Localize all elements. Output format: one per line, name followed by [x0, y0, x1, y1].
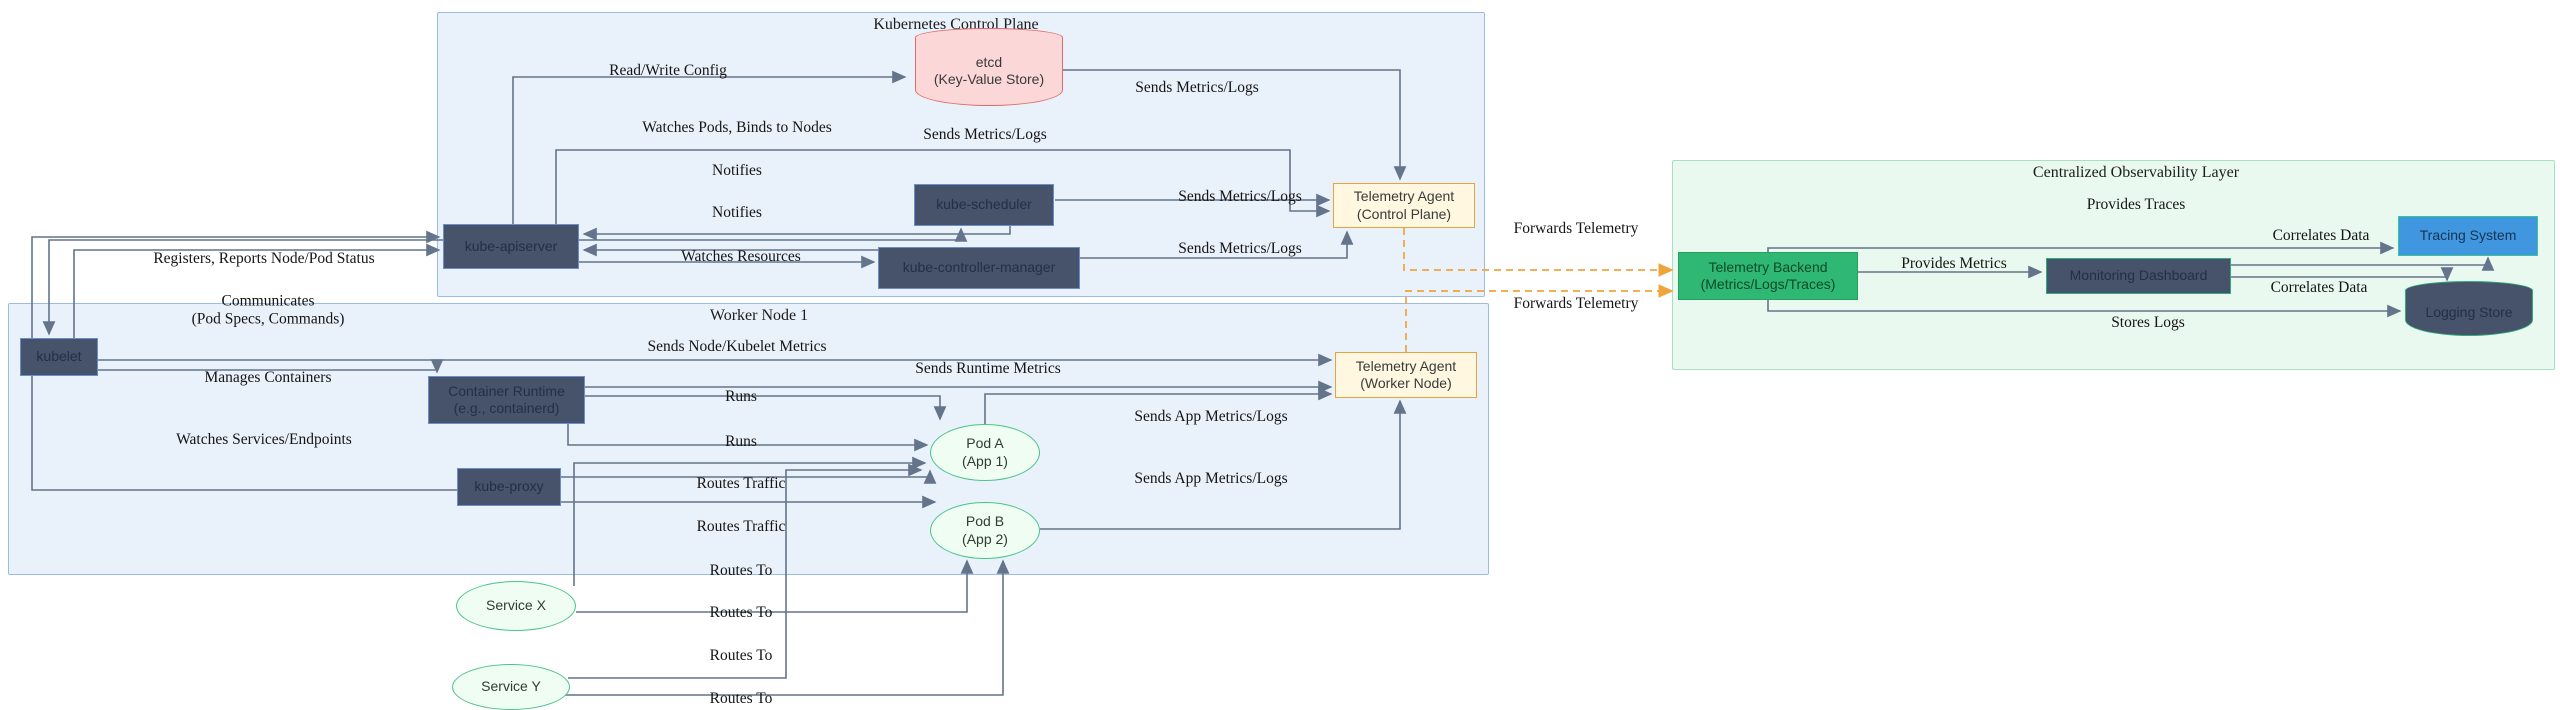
edge-dashboard-tracing — [2231, 256, 2495, 271]
label-apiserver-sends-metrics: Sends Metrics/Logs — [923, 125, 1047, 143]
label-routes-traffic-1: Routes Traffic — [696, 474, 786, 492]
label-notifies-controller: Notifies — [712, 203, 762, 221]
edge-runtime-poda-1 — [585, 395, 947, 421]
label-provides-metrics: Provides Metrics — [1901, 254, 2007, 272]
node-service-y: Service Y — [452, 664, 570, 710]
node-kube-proxy: kube-proxy — [457, 468, 561, 506]
label-sends-app-2: Sends App Metrics/Logs — [1134, 469, 1288, 487]
label-forwards-telemetry-wn: Forwards Telemetry — [1513, 294, 1639, 312]
node-logging-store: Logging Store — [2405, 281, 2533, 336]
label-scheduler-sends-metrics: Sends Metrics/Logs — [1178, 187, 1302, 205]
label-read-write-config: Read/Write Config — [609, 61, 727, 79]
label-correlates-data-2: Correlates Data — [2270, 278, 2368, 296]
label-routes-to-1: Routes To — [709, 561, 773, 579]
node-kubelet: kubelet — [20, 338, 98, 376]
label-sends-runtime-metrics: Sends Runtime Metrics — [915, 359, 1061, 377]
label-routes-to-3: Routes To — [709, 646, 773, 664]
logging-store-label: Logging Store — [2425, 303, 2513, 320]
label-forwards-telemetry-cp: Forwards Telemetry — [1513, 219, 1639, 237]
label-sends-app-1: Sends App Metrics/Logs — [1134, 407, 1288, 425]
label-routes-to-4: Routes To — [709, 689, 773, 707]
label-manages-containers: Manages Containers — [204, 368, 332, 386]
node-pod-a: Pod A (App 1) — [930, 424, 1040, 481]
label-runs-2: Runs — [725, 432, 757, 450]
label-routes-traffic-2: Routes Traffic — [696, 517, 786, 535]
node-kube-scheduler: kube-scheduler — [914, 184, 1054, 226]
label-watches-pods: Watches Pods, Binds to Nodes — [642, 118, 832, 136]
label-communicates: Communicates (Pod Specs, Commands) — [191, 292, 345, 328]
label-etcd-sends-metrics: Sends Metrics/Logs — [1135, 78, 1259, 96]
node-pod-b: Pod B (App 2) — [930, 502, 1040, 559]
node-service-x: Service X — [456, 581, 576, 631]
edge-scheduler-apiserver — [582, 226, 1011, 241]
edge-servicey-podb — [565, 559, 1010, 696]
node-tracing-system: Tracing System — [2398, 216, 2538, 256]
node-kube-controller-manager: kube-controller-manager — [878, 247, 1080, 289]
etcd-label: etcd (Key-Value Store) — [933, 53, 1045, 88]
label-sends-node-kubelet-metrics: Sends Node/Kubelet Metrics — [647, 337, 827, 355]
node-monitoring-dashboard: Monitoring Dashboard — [2046, 258, 2231, 294]
edge-backend-logging — [1767, 300, 2402, 318]
label-stores-logs: Stores Logs — [2111, 313, 2185, 331]
edge-backend-tracing — [1767, 241, 2395, 255]
node-telemetry-agent-worker: Telemetry Agent (Worker Node) — [1335, 352, 1477, 398]
label-provides-traces: Provides Traces — [2086, 195, 2186, 213]
label-watches-resources: Watches Resources — [681, 247, 801, 265]
kubernetes-observability-diagram: Kubernetes Control Plane Worker Node 1 C… — [0, 0, 2560, 710]
node-kube-apiserver: kube-apiserver — [443, 224, 579, 269]
label-notifies-scheduler: Notifies — [712, 161, 762, 179]
label-watches-services: Watches Services/Endpoints — [176, 430, 352, 448]
node-container-runtime: Container Runtime (e.g., containerd) — [428, 376, 585, 424]
label-controller-sends-metrics: Sends Metrics/Logs — [1178, 239, 1302, 257]
label-correlates-data-1: Correlates Data — [2272, 226, 2370, 244]
node-etcd: etcd (Key-Value Store) — [915, 28, 1063, 106]
label-registers-status: Registers, Reports Node/Pod Status — [153, 249, 375, 267]
edges-layer — [31, 69, 2495, 696]
node-telemetry-agent-control-plane: Telemetry Agent (Control Plane) — [1333, 183, 1475, 228]
label-routes-to-2: Routes To — [709, 603, 773, 621]
node-telemetry-backend: Telemetry Backend (Metrics/Logs/Traces) — [1678, 252, 1858, 300]
label-runs-1: Runs — [725, 387, 757, 405]
